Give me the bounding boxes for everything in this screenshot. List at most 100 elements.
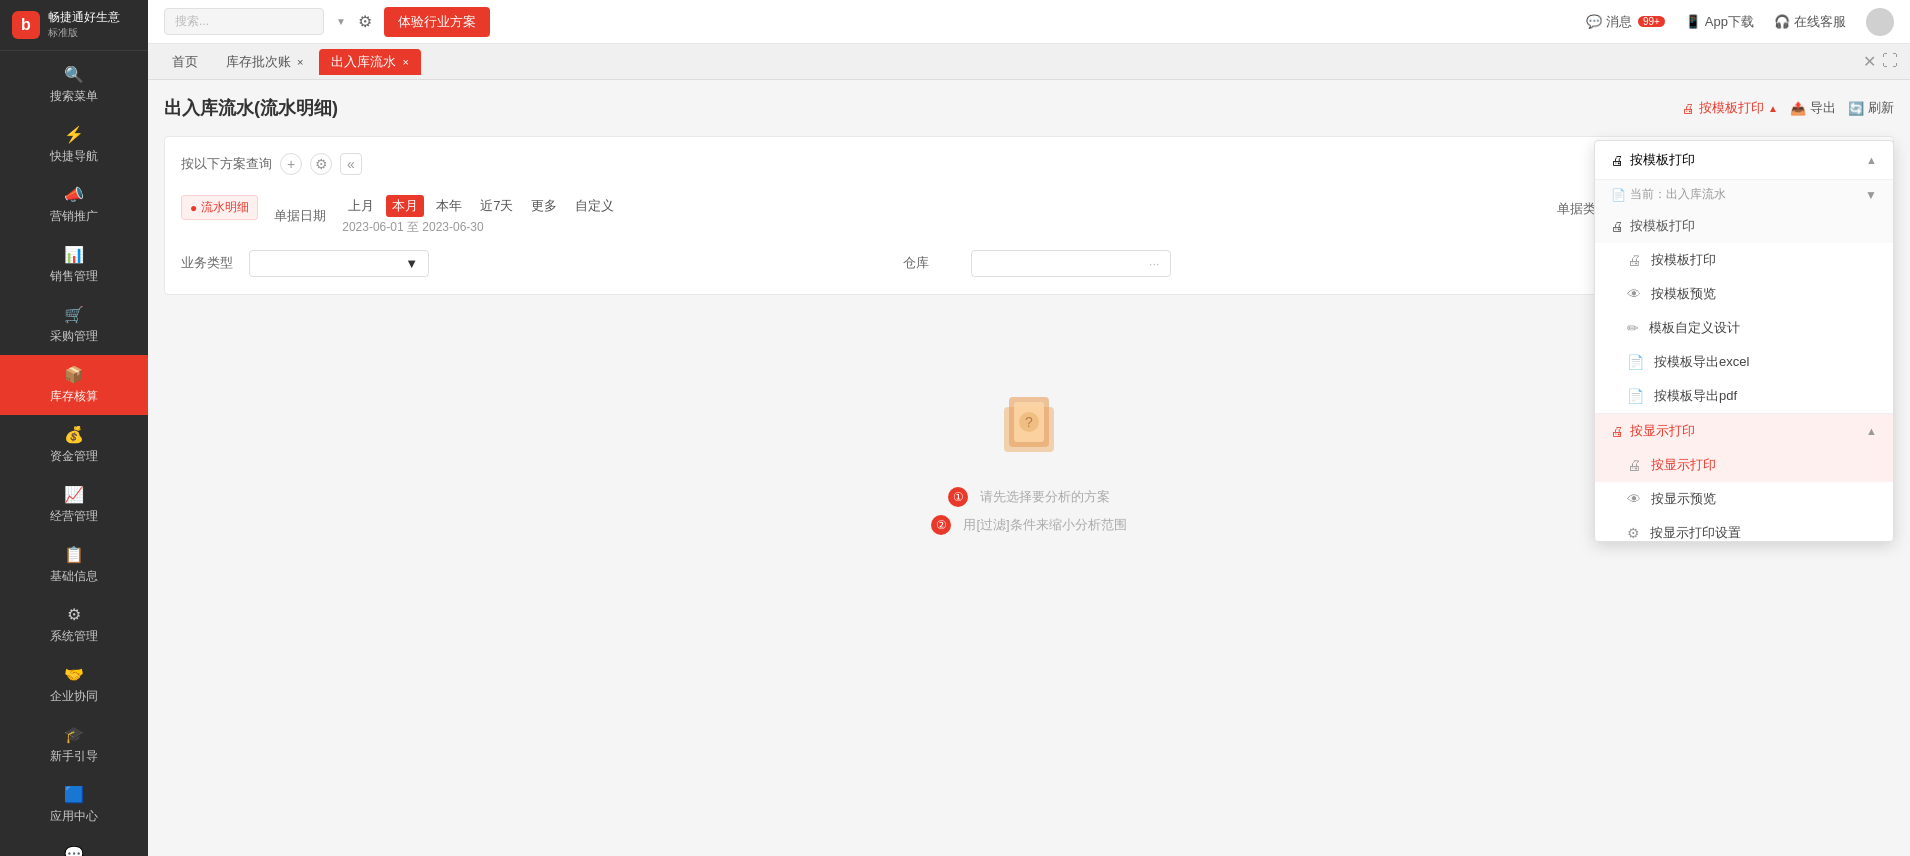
date-option-current-year[interactable]: 本年 bbox=[430, 195, 468, 217]
display-print-settings-item[interactable]: ⚙ 按显示打印设置 bbox=[1595, 516, 1893, 541]
sidebar-item-basic-info[interactable]: 📋 基础信息 bbox=[0, 535, 148, 595]
export-button[interactable]: 📤 导出 bbox=[1790, 99, 1836, 117]
warehouse-select[interactable]: ··· bbox=[971, 250, 1171, 277]
template-preview-label: 按模板预览 bbox=[1651, 285, 1716, 303]
sidebar-item-operations[interactable]: 📈 经营管理 bbox=[0, 475, 148, 535]
template-custom-item[interactable]: ✏ 模板自定义设计 bbox=[1595, 311, 1893, 345]
date-option-current-month[interactable]: 本月 bbox=[386, 195, 424, 217]
sidebar-item-purchase[interactable]: 🛒 采购管理 bbox=[0, 295, 148, 355]
tab-batch-account[interactable]: 库存批次账 × bbox=[214, 49, 315, 75]
sales-icon: 📊 bbox=[64, 245, 84, 264]
print-template-button[interactable]: 🖨 按模板打印 ▲ bbox=[1682, 99, 1778, 117]
template-custom-label: 模板自定义设计 bbox=[1649, 319, 1740, 337]
sidebar-item-enterprise[interactable]: 🤝 企业协同 bbox=[0, 655, 148, 715]
template-export-excel-item[interactable]: 📄 按模板导出excel bbox=[1595, 345, 1893, 379]
sidebar-item-wechat[interactable]: 💬 企业微信 bbox=[0, 835, 148, 856]
headset-icon: 🎧 bbox=[1774, 14, 1790, 29]
search-menu-icon: 🔍 bbox=[64, 65, 84, 84]
dropdown-current-item: 📄 当前：出入库流水 ▼ bbox=[1595, 180, 1893, 209]
print-icon: 🖨 bbox=[1682, 101, 1695, 116]
sidebar-logo: b 畅捷通好生意 标准版 bbox=[0, 0, 148, 51]
date-option-more[interactable]: 更多 bbox=[525, 195, 563, 217]
sidebar-item-sales[interactable]: 📊 销售管理 bbox=[0, 235, 148, 295]
page-header: 出入库流水(流水明细) 🖨 按模板打印 ▲ 📤 导出 🔄 刷新 bbox=[164, 96, 1894, 120]
date-field-label: 单据日期 bbox=[274, 207, 334, 225]
sidebar-item-label: 营销推广 bbox=[50, 208, 98, 225]
display-preview-item[interactable]: 👁 按显示预览 bbox=[1595, 482, 1893, 516]
sidebar-item-label: 销售管理 bbox=[50, 268, 98, 285]
biz-type-label: 业务类型 bbox=[181, 254, 241, 272]
tab-batch-account-close[interactable]: × bbox=[297, 56, 303, 68]
date-option-last-7-days[interactable]: 近7天 bbox=[474, 195, 519, 217]
display-print-settings-label: 按显示打印设置 bbox=[1650, 524, 1741, 541]
trial-button[interactable]: 体验行业方案 bbox=[384, 7, 490, 37]
tab-home[interactable]: 首页 bbox=[160, 49, 210, 75]
online-service-action[interactable]: 🎧 在线客服 bbox=[1774, 13, 1846, 31]
sidebar-nav: 🔍 搜索菜单 ⚡ 快捷导航 📣 营销推广 📊 销售管理 🛒 采购管理 📦 库存核… bbox=[0, 51, 148, 856]
logo-icon: b bbox=[12, 11, 40, 39]
finance-icon: 💰 bbox=[64, 425, 84, 444]
sidebar-item-search-menu[interactable]: 🔍 搜索菜单 bbox=[0, 55, 148, 115]
warehouse-field: 仓库 ··· bbox=[903, 250, 1601, 277]
sidebar-item-finance[interactable]: 💰 资金管理 bbox=[0, 415, 148, 475]
date-option-custom[interactable]: 自定义 bbox=[569, 195, 620, 217]
template-print-label: 按模板打印 bbox=[1651, 251, 1716, 269]
sidebar-item-inventory[interactable]: 📦 库存核算 bbox=[0, 355, 148, 415]
template-export-pdf-item[interactable]: 📄 按模板导出pdf bbox=[1595, 379, 1893, 413]
empty-step-2: ② 用[过滤]条件来缩小分析范围 bbox=[931, 515, 1126, 535]
template-print-icon: 🖨 bbox=[1627, 252, 1641, 268]
biz-type-field: 业务类型 ▼ bbox=[181, 250, 879, 277]
maximize-window-icon[interactable]: ⛶ bbox=[1882, 52, 1898, 71]
tab-flow-label: 出入库流水 bbox=[331, 53, 396, 71]
add-condition-button[interactable]: + bbox=[280, 153, 302, 175]
refresh-label: 刷新 bbox=[1868, 99, 1894, 117]
dropdown-current-arrow: ▼ bbox=[1865, 188, 1877, 202]
message-action[interactable]: 💬 消息 99+ bbox=[1586, 13, 1665, 31]
sidebar-item-quick-nav[interactable]: ⚡ 快捷导航 bbox=[0, 115, 148, 175]
empty-step-1-text: 请先选择要分析的方案 bbox=[980, 488, 1110, 506]
sidebar-item-guide[interactable]: 🎓 新手引导 bbox=[0, 715, 148, 775]
system-icon: ⚙ bbox=[67, 605, 81, 624]
tab-bar: 首页 库存批次账 × 出入库流水 × ✕ ⛶ bbox=[148, 44, 1910, 80]
sidebar-item-label: 系统管理 bbox=[50, 628, 98, 645]
template-preview-item[interactable]: 👁 按模板预览 bbox=[1595, 277, 1893, 311]
display-print-icon: 🖨 bbox=[1627, 457, 1641, 473]
display-section-icon: 🖨 bbox=[1611, 424, 1624, 439]
label-search-by: 按以下方案查询 bbox=[181, 155, 272, 173]
app-download-action[interactable]: 📱 App下载 bbox=[1685, 13, 1754, 31]
header-dropdown-arrow[interactable]: ▼ bbox=[336, 16, 346, 27]
tab-flow[interactable]: 出入库流水 × bbox=[319, 49, 420, 75]
dropdown-collapse-icon[interactable]: ▲ bbox=[1866, 154, 1877, 166]
display-section-collapse[interactable]: ▲ bbox=[1866, 425, 1877, 437]
biz-type-arrow: ▼ bbox=[405, 256, 418, 271]
header-gear-icon[interactable]: ⚙ bbox=[358, 12, 372, 31]
header-search[interactable]: 搜索... bbox=[164, 8, 324, 35]
page-area: 出入库流水(流水明细) 🖨 按模板打印 ▲ 📤 导出 🔄 刷新 bbox=[148, 80, 1910, 856]
collapse-condition-button[interactable]: « bbox=[340, 153, 362, 175]
sidebar-item-marketing[interactable]: 📣 营销推广 bbox=[0, 175, 148, 235]
empty-step-2-text: 用[过滤]条件来缩小分析范围 bbox=[963, 516, 1126, 534]
step-2-num: ② bbox=[931, 515, 951, 535]
biz-type-select[interactable]: ▼ bbox=[249, 250, 429, 277]
sidebar-item-label: 基础信息 bbox=[50, 568, 98, 585]
template-print-item[interactable]: 🖨 按模板打印 bbox=[1595, 243, 1893, 277]
settings-condition-button[interactable]: ⚙ bbox=[310, 153, 332, 175]
refresh-button[interactable]: 🔄 刷新 bbox=[1848, 99, 1894, 117]
tab-flow-close[interactable]: × bbox=[402, 56, 408, 68]
display-print-item[interactable]: 🖨 按显示打印 bbox=[1595, 448, 1893, 482]
dropdown-header: 🖨 按模板打印 ▲ bbox=[1595, 141, 1893, 180]
filter-tag-flow-detail[interactable]: ● 流水明细 bbox=[181, 195, 258, 220]
user-avatar[interactable] bbox=[1866, 8, 1894, 36]
close-window-icon[interactable]: ✕ bbox=[1863, 52, 1876, 71]
sidebar-item-system[interactable]: ⚙ 系统管理 bbox=[0, 595, 148, 655]
display-preview-icon: 👁 bbox=[1627, 491, 1641, 507]
main-area: 搜索... ▼ ⚙ 体验行业方案 💬 消息 99+ 📱 App下载 🎧 在线客服… bbox=[148, 0, 1910, 856]
sidebar-item-app-center[interactable]: 🟦 应用中心 bbox=[0, 775, 148, 835]
date-option-last-month[interactable]: 上月 bbox=[342, 195, 380, 217]
app-download-icon: 📱 bbox=[1685, 14, 1701, 29]
date-field: 单据日期 上月 本月 本年 近7天 更多 自定义 2023-06-01 至 20… bbox=[274, 195, 1541, 236]
export-label: 导出 bbox=[1810, 99, 1836, 117]
online-service-label: 在线客服 bbox=[1794, 13, 1846, 31]
export-icon: 📤 bbox=[1790, 101, 1806, 116]
template-export-excel-label: 按模板导出excel bbox=[1654, 353, 1749, 371]
